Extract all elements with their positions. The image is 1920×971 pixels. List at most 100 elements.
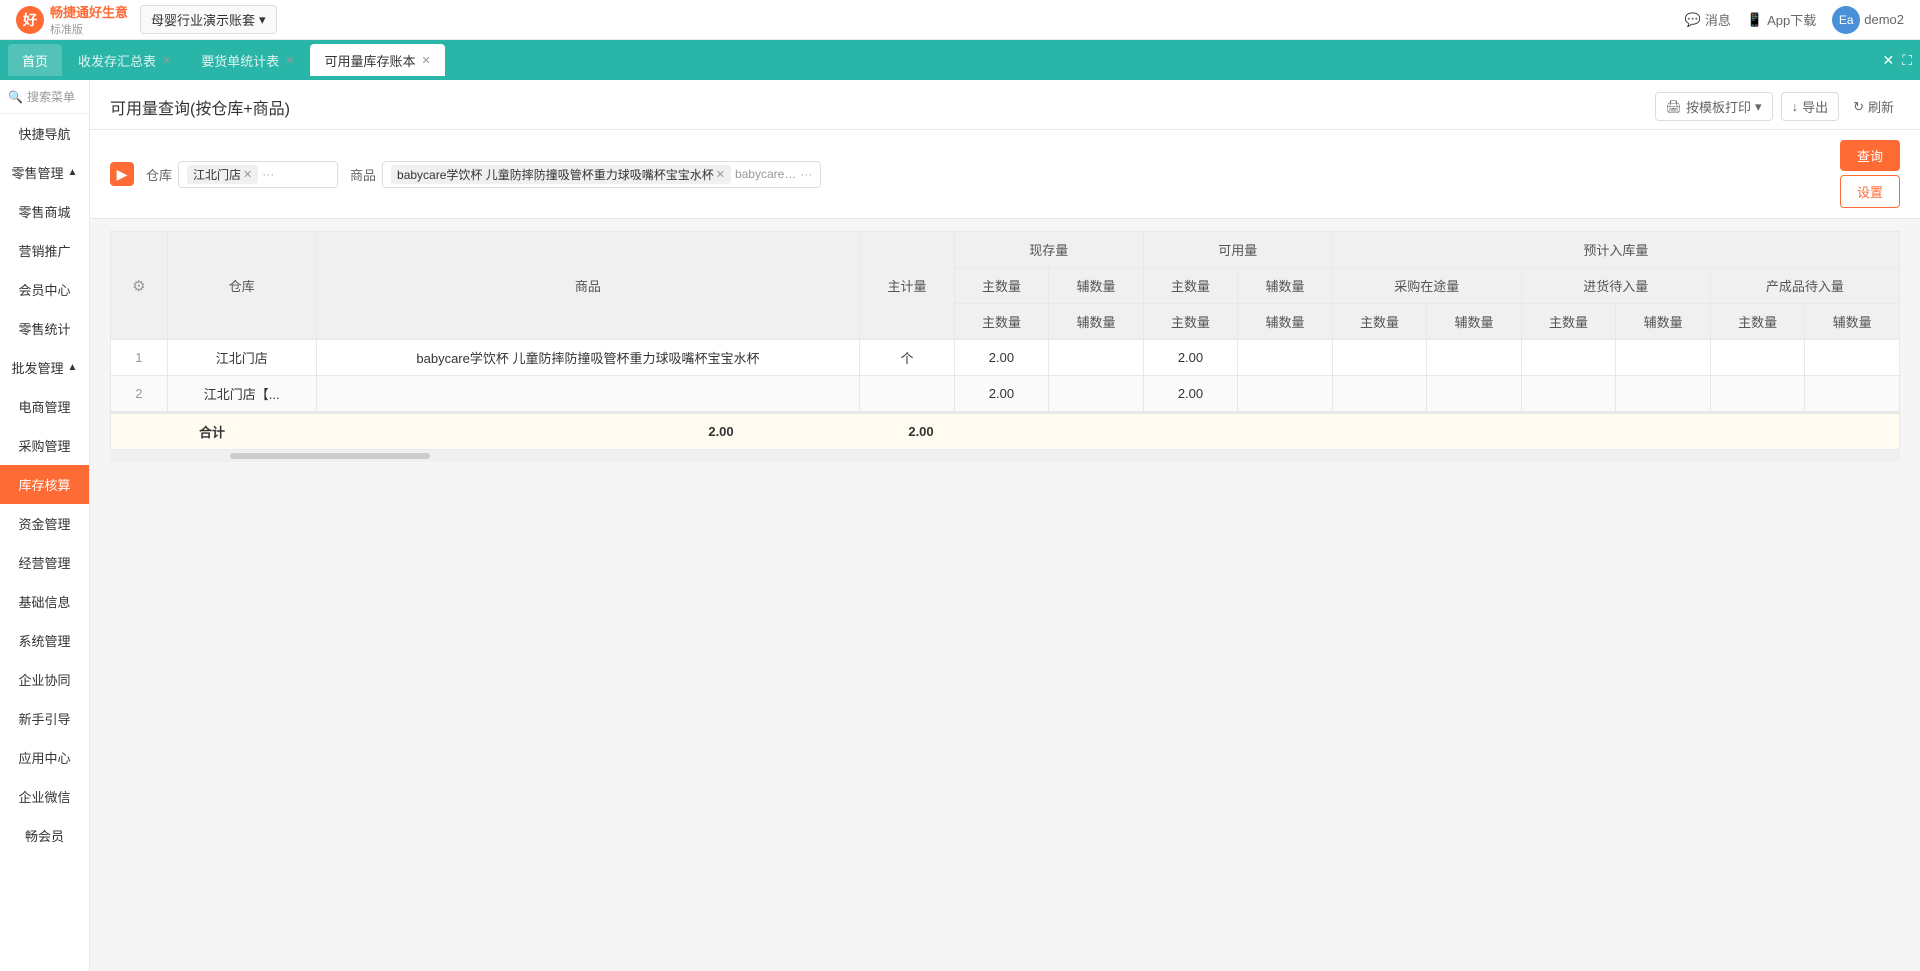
filter-action-buttons: 查询 设置 [1840,140,1900,208]
sidebar-item-enterprise-wechat[interactable]: 企业微信 [0,777,89,816]
industry-selector[interactable]: 母婴行业演示账套 ▾ [140,5,277,34]
tab-home[interactable]: 首页 [8,44,62,76]
tab-purchase-stats[interactable]: 要货单统计表 ✕ [187,44,308,76]
enterprise-wechat-label: 企业微信 [18,787,70,806]
row-incoming-aux [1616,376,1711,412]
logo-area: 好 畅捷通好生意 标准版 [16,2,128,37]
row-product-aux [1805,340,1900,376]
new-guide-label: 新手引导 [18,709,70,728]
table-row: 2 江北门店【... 2.00 2.00 [111,376,1900,412]
sidebar-item-retail-stats[interactable]: 零售统计 [0,309,89,348]
footer-stock-main: 2.00 [671,424,771,439]
th-purchase-onway-group: 采购在途量 [1332,268,1521,304]
sidebar-item-retail-store[interactable]: 零售商城 [0,192,89,231]
th-incoming-aux: 辅数量 [1616,304,1711,340]
sidebar-item-app-center[interactable]: 应用中心 [0,738,89,777]
th-settings[interactable]: ⚙ [111,232,168,340]
product-more-tag: babycare… [735,167,796,181]
horizontal-scrollbar[interactable] [110,450,1900,462]
th-stock-group: 现存量 [954,232,1143,268]
sidebar-item-member[interactable]: 畅会员 [0,816,89,855]
warehouse-tag-text: 江北门店 [193,166,241,183]
row-purchase-main [1332,340,1427,376]
row-product-aux [1805,376,1900,412]
expand-filter-button[interactable]: ▶ [110,162,134,186]
sidebar-item-ecommerce[interactable]: 电商管理 [0,387,89,426]
th-purchase-main: 主数量 [1332,304,1427,340]
app-center-label: 应用中心 [18,748,70,767]
export-button[interactable]: ↓ 导出 [1781,92,1840,121]
row-index: 2 [111,376,168,412]
table-row: 1 江北门店 babycare学饮杯 儿童防摔防撞吸管杯重力球吸嘴杯宝宝水杯 个… [111,340,1900,376]
th-estimated-in-group: 预计入库量 [1332,232,1899,268]
sidebar-item-retail-mgmt[interactable]: 零售管理 ▲ [0,153,89,192]
th-main-unit: 主计量 [860,232,955,340]
product-tag: babycare学饮杯 儿童防摔防撞吸管杯重力球吸嘴杯宝宝水杯 ✕ [391,165,731,184]
data-table: ⚙ 仓库 商品 主计量 现存量 可用量 预计入库量 主数量 辅数量 主数量 辅数… [110,231,1900,412]
message-button[interactable]: 💬 消息 [1685,10,1731,29]
printer-icon: 🖨 [1666,99,1683,115]
row-avail-main: 2.00 [1143,376,1238,412]
sidebar-item-member-center[interactable]: 会员中心 [0,270,89,309]
sidebar-item-operations[interactable]: 经营管理 [0,543,89,582]
footer-label: 合计 [191,422,311,441]
warehouse-tag-input[interactable]: 江北门店 ✕ ··· [178,161,338,188]
row-purchase-main [1332,376,1427,412]
sidebar-item-inventory[interactable]: 库存核算 [0,465,89,504]
app-download-label: App下载 [1767,10,1816,29]
sidebar-item-wholesale-mgmt[interactable]: 批发管理 ▲ [0,348,89,387]
row-product [316,376,860,412]
minimize-icon[interactable]: ✕ [1882,52,1894,69]
sidebar-item-system-mgmt[interactable]: 系统管理 [0,621,89,660]
operations-label: 经营管理 [18,553,70,572]
th-product: 商品 [316,232,860,340]
th-stock-aux: 辅数量 [1049,268,1144,304]
sidebar-item-finance[interactable]: 资金管理 [0,504,89,543]
content-area: 可用量查询(按仓库+商品) 🖨 按模板打印 ▾ ↓ 导出 ↻ 刷新 ▶ [90,80,1920,971]
tab-controls: ✕ ⛶ [1882,52,1912,69]
sidebar-item-enterprise-collab[interactable]: 企业协同 [0,660,89,699]
print-button[interactable]: 🖨 按模板打印 ▾ [1655,92,1773,121]
finance-label: 资金管理 [18,514,70,533]
tab-purchase-label: 要货单统计表 [201,51,279,70]
tab-receivables-summary[interactable]: 收发存汇总表 ✕ [64,44,185,76]
sidebar-item-purchase[interactable]: 采购管理 [0,426,89,465]
sidebar-item-quick-nav[interactable]: 快捷导航 [0,114,89,153]
product-tag-input[interactable]: babycare学饮杯 儿童防摔防撞吸管杯重力球吸嘴杯宝宝水杯 ✕ babyca… [382,161,821,188]
warehouse-tag: 江北门店 ✕ [187,165,258,184]
row-stock-main: 2.00 [954,376,1049,412]
tab-available-inventory[interactable]: 可用量库存账本 ✕ [310,44,444,76]
row-warehouse: 江北门店【... [167,376,316,412]
th-stock-main: 主数量 [954,268,1049,304]
settings-icon: ⚙ [132,278,145,295]
row-product-main [1710,376,1805,412]
sidebar-item-new-guide[interactable]: 新手引导 [0,699,89,738]
query-button[interactable]: 查询 [1840,140,1900,171]
tab-close-icon[interactable]: ✕ [285,54,294,67]
setting-button[interactable]: 设置 [1840,175,1900,208]
row-incoming-main [1521,340,1616,376]
product-filter: 商品 babycare学饮杯 儿童防摔防撞吸管杯重力球吸嘴杯宝宝水杯 ✕ bab… [350,161,821,188]
scroll-thumb[interactable] [230,453,430,459]
app-download-button[interactable]: 📱 App下载 [1747,10,1816,29]
tag-ellipsis: ··· [262,167,274,181]
tag-close-icon[interactable]: ✕ [243,168,252,181]
user-avatar-area[interactable]: Ea demo2 [1832,6,1904,34]
table-wrapper: ⚙ 仓库 商品 主计量 现存量 可用量 预计入库量 主数量 辅数量 主数量 辅数… [90,219,1920,971]
tag-close-icon[interactable]: ✕ [716,168,725,181]
tab-home-label: 首页 [22,51,48,70]
chevron-up-icon: ▲ [68,167,78,178]
refresh-button[interactable]: ↻ 刷新 [1847,93,1900,120]
tab-close-icon[interactable]: ✕ [422,54,431,67]
row-avail-main: 2.00 [1143,340,1238,376]
sidebar-item-basic-info[interactable]: 基础信息 [0,582,89,621]
wholesale-mgmt-label: 批发管理 [12,358,64,377]
sidebar-item-marketing[interactable]: 营销推广 [0,231,89,270]
basic-info-label: 基础信息 [18,592,70,611]
maximize-icon[interactable]: ⛶ [1902,52,1912,69]
tab-close-icon[interactable]: ✕ [162,54,171,67]
search-menu-button[interactable]: 🔍 搜索菜单 [0,80,89,114]
system-mgmt-label: 系统管理 [18,631,70,650]
th-warehouse: 仓库 [167,232,316,340]
top-bar-left: 好 畅捷通好生意 标准版 母婴行业演示账套 ▾ [16,2,277,37]
